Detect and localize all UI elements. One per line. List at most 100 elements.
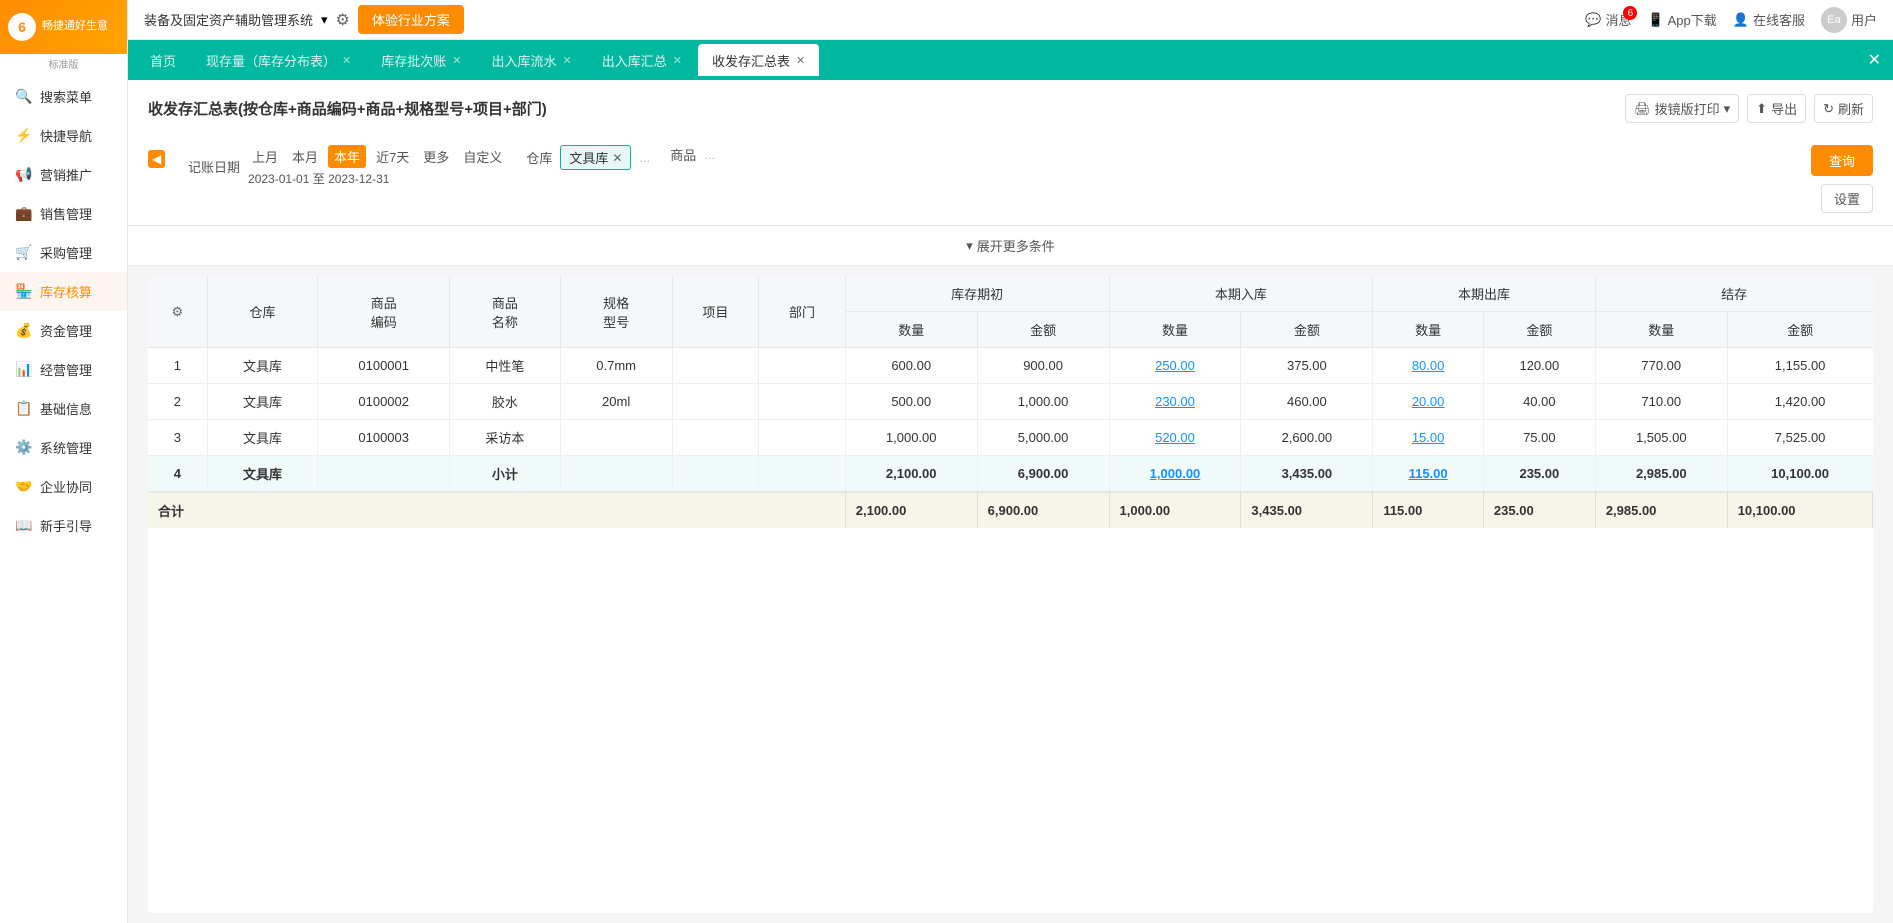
tab-home[interactable]: 首页 bbox=[136, 44, 190, 76]
row-out-qty[interactable]: 20.00 bbox=[1373, 384, 1484, 420]
row-out-qty-link[interactable]: 115.00 bbox=[1409, 466, 1448, 481]
date-range-display: 2023-01-01 至 2023-12-31 bbox=[248, 170, 506, 187]
tab-close-inout-flow[interactable]: ✕ bbox=[563, 54, 572, 67]
message-badge[interactable]: 💬 消息 6 bbox=[1585, 10, 1631, 29]
row-warehouse: 文具库 bbox=[207, 420, 318, 456]
row-in-qty[interactable]: 1,000.00 bbox=[1109, 456, 1241, 493]
tab-inout-flow[interactable]: 出入库流水✕ bbox=[477, 44, 585, 76]
row-in-qty-link[interactable]: 230.00 bbox=[1155, 394, 1195, 409]
row-out-qty-link[interactable]: 15.00 bbox=[1412, 430, 1445, 445]
query-button[interactable]: 查询 bbox=[1811, 145, 1873, 176]
th-out-qty: 数量 bbox=[1373, 312, 1484, 348]
tab-close-recv-send-summary[interactable]: ✕ bbox=[796, 54, 805, 67]
row-out-qty-link[interactable]: 20.00 bbox=[1412, 394, 1445, 409]
print-dropdown-icon: ▾ bbox=[1724, 101, 1731, 117]
sidebar-item-system[interactable]: ⚙️系统管理 bbox=[0, 428, 127, 467]
sidebar-item-inventory[interactable]: 🏪库存核算 bbox=[0, 272, 127, 311]
row-goods-name: 胶水 bbox=[450, 384, 561, 420]
system-dropdown[interactable]: ▾ bbox=[321, 12, 328, 28]
row-in-qty-link[interactable]: 250.00 bbox=[1155, 358, 1195, 373]
expand-conditions-button[interactable]: ▾ 展开更多条件 bbox=[960, 230, 1061, 261]
user-menu[interactable]: Ea 用户 bbox=[1821, 7, 1877, 33]
app-download-link[interactable]: 📱 App下载 bbox=[1647, 10, 1716, 29]
row-project bbox=[672, 456, 759, 493]
sidebar-item-finance[interactable]: 💰资金管理 bbox=[0, 311, 127, 350]
tab-inout-summary[interactable]: 出入库汇总 ✕ bbox=[588, 44, 696, 76]
row-out-qty-link[interactable]: 80.00 bbox=[1412, 358, 1445, 373]
row-open-qty: 2,100.00 bbox=[845, 456, 977, 493]
table-row: 2文具库0100002胶水20ml500.001,000.00230.00460… bbox=[148, 384, 1873, 420]
warehouse-filter-dots[interactable]: ... bbox=[639, 150, 650, 165]
tab-close-inventory-dist[interactable]: ✕ bbox=[342, 54, 351, 67]
sidebar-item-operations[interactable]: 📊经营管理 bbox=[0, 350, 127, 389]
sidebar-item-label-search: 搜索菜单 bbox=[40, 87, 92, 106]
row-open-qty: 1,000.00 bbox=[845, 420, 977, 456]
sidebar-item-basics[interactable]: 📋基础信息 bbox=[0, 389, 127, 428]
row-out-qty[interactable]: 80.00 bbox=[1373, 348, 1484, 384]
sidebar-item-label-purchase: 采购管理 bbox=[40, 243, 92, 262]
date-btn-7days[interactable]: 近7天 bbox=[372, 145, 413, 168]
tab-label-inout-summary: 出入库汇总 bbox=[602, 51, 667, 70]
row-out-qty[interactable]: 15.00 bbox=[1373, 420, 1484, 456]
date-btn-more[interactable]: 更多 bbox=[419, 145, 453, 168]
footer-out-amt: 235.00 bbox=[1483, 492, 1595, 528]
filter-collapse-icon[interactable]: ◀ bbox=[148, 150, 165, 168]
th-settings[interactable]: ⚙ bbox=[148, 276, 207, 348]
sidebar-item-guide[interactable]: 📖新手引导 bbox=[0, 506, 127, 545]
th-out-group: 本期出库 bbox=[1373, 276, 1596, 312]
date-btn-this-year[interactable]: 本年 bbox=[328, 145, 366, 168]
row-in-qty[interactable]: 250.00 bbox=[1109, 348, 1241, 384]
row-goods-spec: 20ml bbox=[560, 384, 672, 420]
row-in-qty[interactable]: 520.00 bbox=[1109, 420, 1241, 456]
sidebar-item-sales[interactable]: 💼销售管理 bbox=[0, 194, 127, 233]
footer-open-amt: 6,900.00 bbox=[977, 492, 1109, 528]
row-no: 2 bbox=[148, 384, 207, 420]
refresh-button[interactable]: ↻ 刷新 bbox=[1814, 94, 1873, 123]
sidebar-item-search[interactable]: 🔍搜索菜单 bbox=[0, 77, 127, 116]
online-service-link[interactable]: 👤 在线客服 bbox=[1733, 10, 1805, 29]
row-open-amt: 6,900.00 bbox=[977, 456, 1109, 493]
row-goods-spec bbox=[560, 456, 672, 493]
tab-recv-send-summary[interactable]: 收发存汇总表✕ bbox=[698, 44, 819, 76]
th-opening-group: 库存期初 bbox=[845, 276, 1109, 312]
warehouse-tag-close[interactable]: ✕ bbox=[612, 151, 622, 165]
th-project: 项目 bbox=[672, 276, 759, 348]
warehouse-tag[interactable]: 文具库 ✕ bbox=[560, 145, 631, 170]
tab-inventory-dist[interactable]: 现存量（库存分布表）✕ bbox=[192, 44, 365, 76]
row-in-qty-link[interactable]: 520.00 bbox=[1155, 430, 1195, 445]
date-filter-section: 记账日期 上月 本月 本年 近7天 更多 自定义 2023-01-01 至 20… bbox=[188, 145, 506, 187]
goods-filter-dots[interactable]: ... bbox=[704, 147, 715, 162]
export-button[interactable]: ⬆ 导出 bbox=[1747, 94, 1806, 123]
settings-icon[interactable]: ⚙ bbox=[336, 10, 350, 30]
close-all-tabs-button[interactable]: ✕ bbox=[1864, 46, 1885, 74]
row-out-qty[interactable]: 115.00 bbox=[1373, 456, 1484, 493]
date-filter-buttons: 上月 本月 本年 近7天 更多 自定义 bbox=[248, 145, 506, 168]
print-button[interactable]: 🖨 拨镜版打印 ▾ bbox=[1625, 94, 1739, 123]
date-btn-last-month[interactable]: 上月 bbox=[248, 145, 282, 168]
row-in-qty[interactable]: 230.00 bbox=[1109, 384, 1241, 420]
row-out-amt: 235.00 bbox=[1483, 456, 1595, 493]
row-open-amt: 5,000.00 bbox=[977, 420, 1109, 456]
tab-batch-ledger[interactable]: 库存批次账✕ bbox=[367, 44, 475, 76]
guide-icon: 📖 bbox=[16, 518, 32, 534]
trial-button[interactable]: 体验行业方案 bbox=[358, 5, 464, 34]
row-goods-code: 0100001 bbox=[318, 348, 450, 384]
table-row: 4文具库小计2,100.006,900.001,000.003,435.0011… bbox=[148, 456, 1873, 493]
row-project bbox=[672, 420, 759, 456]
row-dept bbox=[759, 420, 846, 456]
cooperation-icon: 🤝 bbox=[16, 479, 32, 495]
sidebar-item-purchase[interactable]: 🛒采购管理 bbox=[0, 233, 127, 272]
goods-filter-section: 商品 ... bbox=[670, 145, 715, 164]
sidebar-item-cooperation[interactable]: 🤝企业协同 bbox=[0, 467, 127, 506]
set-button[interactable]: 设置 bbox=[1821, 184, 1873, 213]
print-icon: 🖨 bbox=[1634, 101, 1651, 117]
sidebar-item-marketing[interactable]: 📢营销推广 bbox=[0, 155, 127, 194]
app-download-label: App下载 bbox=[1668, 10, 1717, 29]
tab-close-batch-ledger[interactable]: ✕ bbox=[452, 54, 461, 67]
row-bal-amt: 10,100.00 bbox=[1727, 456, 1872, 493]
date-btn-custom[interactable]: 自定义 bbox=[459, 145, 506, 168]
tab-close-inout-summary[interactable]: ✕ bbox=[673, 54, 682, 67]
sidebar-item-quick-nav[interactable]: ⚡快捷导航 bbox=[0, 116, 127, 155]
date-btn-this-month[interactable]: 本月 bbox=[288, 145, 322, 168]
row-in-qty-link[interactable]: 1,000.00 bbox=[1150, 466, 1201, 481]
